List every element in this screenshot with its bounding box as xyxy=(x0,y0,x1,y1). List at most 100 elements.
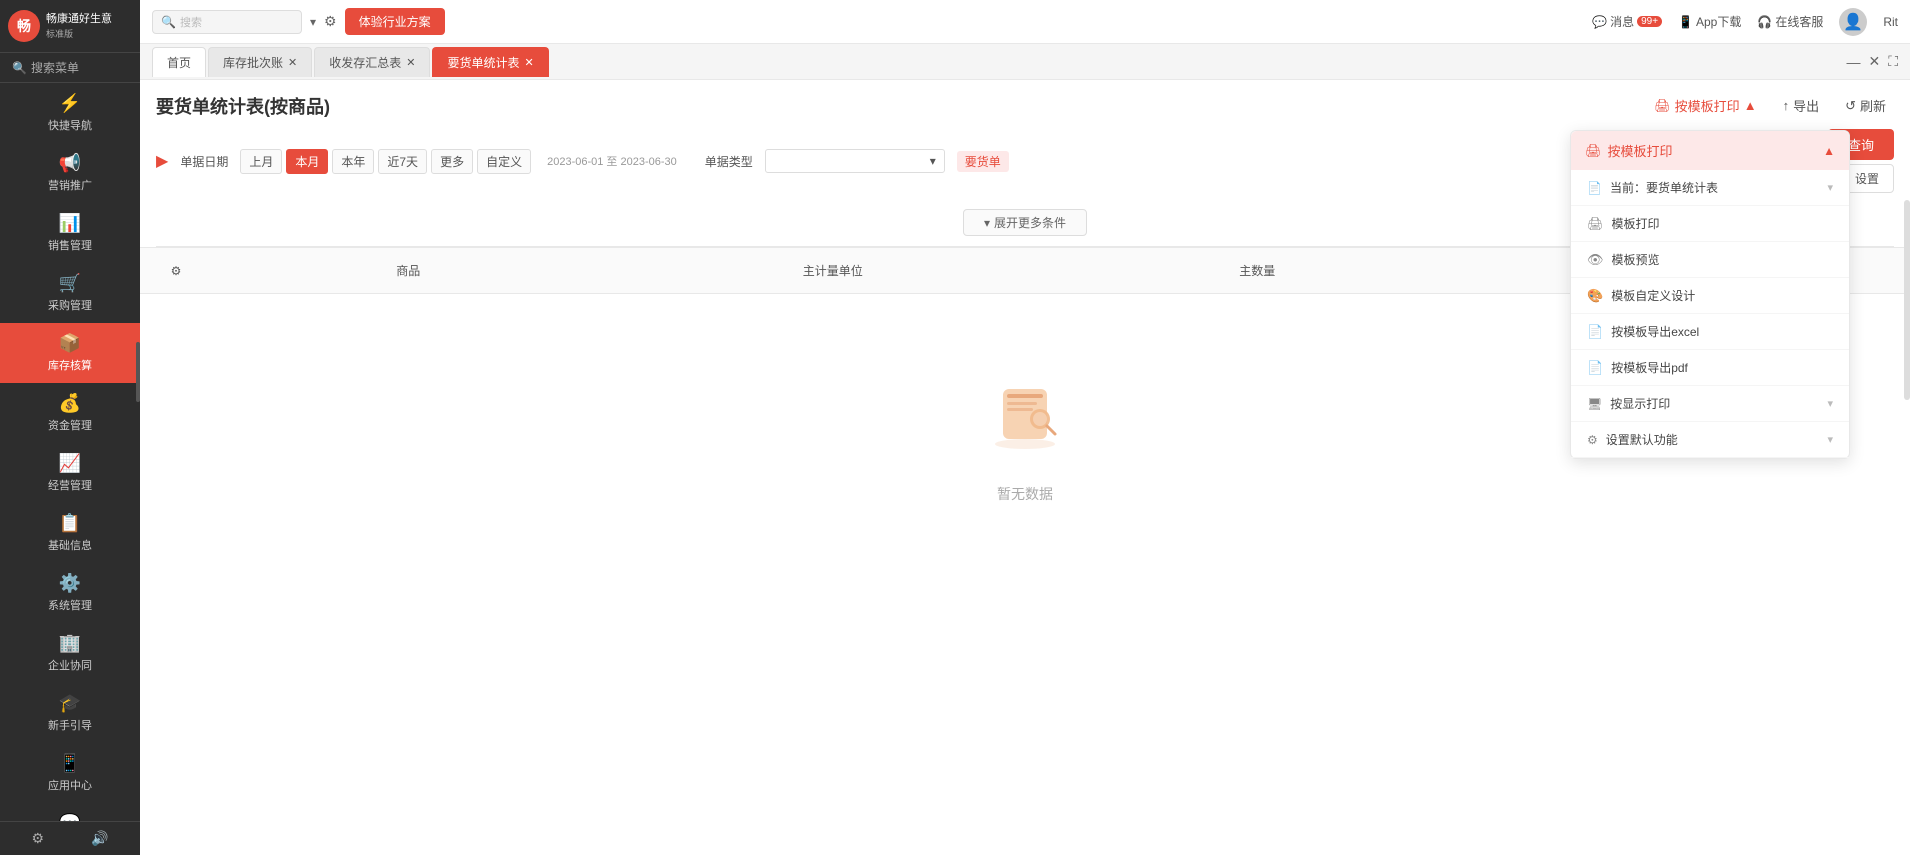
template-design-icon: 🎨 xyxy=(1587,288,1603,304)
template-print-icon: 🖨 xyxy=(1587,216,1604,232)
tab-inventory-batch-close[interactable]: ✕ xyxy=(288,56,297,69)
refresh-icon: ↺ xyxy=(1845,98,1856,114)
template-print-button[interactable]: 🖨 按模板打印 ▲ xyxy=(1646,92,1764,119)
sales-icon: 📊 xyxy=(59,213,81,234)
date-prev-month[interactable]: 上月 xyxy=(240,149,282,174)
app-icon: 📱 xyxy=(1678,15,1693,29)
user-name: Rit xyxy=(1883,15,1898,29)
tab-home[interactable]: 首页 xyxy=(152,47,206,77)
template-preview-icon: 👁 xyxy=(1587,252,1604,268)
expand-icon[interactable]: ⛶ xyxy=(1888,53,1898,70)
expand-collapse-btn[interactable]: ▶ xyxy=(156,151,168,171)
tab-inventory-batch[interactable]: 库存批次账 ✕ xyxy=(208,47,312,77)
tab-order-stat-label: 要货单统计表 xyxy=(447,54,519,71)
sidebar-item-sales[interactable]: 📊 销售管理 xyxy=(0,203,140,263)
date-custom[interactable]: 自定义 xyxy=(477,149,531,174)
date-last-7[interactable]: 近7天 xyxy=(378,149,427,174)
topbar-trial-button[interactable]: 体验行业方案 xyxy=(345,8,445,35)
expand-more-button[interactable]: ▾ 展开更多条件 xyxy=(963,209,1087,236)
date-buttons: 上月 本月 本年 近7天 更多 自定义 xyxy=(240,149,531,174)
dropdown-close-chevron-icon[interactable]: ▲ xyxy=(1823,144,1835,158)
page-title-row: 要货单统计表(按商品) 🖨 按模板打印 ▲ ↑ 导出 ↺ 刷新 xyxy=(156,92,1894,119)
date-filter-label: 单据日期 xyxy=(180,153,228,170)
logo-text: 畅康通好生意 标准版 xyxy=(46,12,112,39)
sidebar-item-appstore[interactable]: 📱 应用中心 xyxy=(0,743,140,803)
sidebar-item-system[interactable]: ⚙️ 系统管理 xyxy=(0,563,140,623)
date-range-text: 2023-06-01 至 2023-06-30 xyxy=(547,153,677,169)
empty-text: 暂无数据 xyxy=(997,484,1053,504)
sidebar-nav: ⚡ 快捷导航 📢 营销推广 📊 销售管理 🛒 采购管理 📦 库存核算 💰 资金管… xyxy=(0,83,140,821)
close-window-icon[interactable]: ✕ xyxy=(1868,53,1880,70)
newbie-icon: 🎓 xyxy=(59,693,81,714)
page-title: 要货单统计表(按商品) xyxy=(156,93,330,119)
dropdown-template-excel[interactable]: 📄 按模板导出excel xyxy=(1571,314,1849,350)
date-this-year[interactable]: 本年 xyxy=(332,149,374,174)
topbar-gear-button[interactable]: ⚙ xyxy=(324,13,337,30)
sidebar-item-shortcut[interactable]: ⚡ 快捷导航 xyxy=(0,83,140,143)
sidebar-item-inventory[interactable]: 📦 库存核算 xyxy=(0,323,140,383)
corp-icon: 🏢 xyxy=(59,633,81,654)
operation-icon: 📈 xyxy=(59,453,81,474)
topbar: 🔍 搜索 ▾ ⚙ 体验行业方案 💬 消息 99+ 📱 App下载 🎧 在线客服 xyxy=(140,0,1910,44)
sidebar-item-finance[interactable]: 💰 资金管理 xyxy=(0,383,140,443)
order-tag-label: 要货单 xyxy=(957,151,1009,172)
dropdown-template-preview[interactable]: 👁 模板预览 xyxy=(1571,242,1849,278)
message-button[interactable]: 💬 消息 99+ xyxy=(1592,13,1662,30)
sidebar-item-operation[interactable]: 📈 经营管理 xyxy=(0,443,140,503)
avatar[interactable]: 👤 xyxy=(1839,8,1867,36)
dropdown-template-print[interactable]: 🖨 模板打印 xyxy=(1571,206,1849,242)
message-icon: 💬 xyxy=(1592,15,1607,29)
current-expand-icon: ▾ xyxy=(1827,181,1833,194)
sidebar-item-corp[interactable]: 🏢 企业协同 xyxy=(0,623,140,683)
dropdown-template-design[interactable]: 🎨 模板自定义设计 xyxy=(1571,278,1849,314)
printer-icon: 🖨 xyxy=(1654,98,1671,114)
set-default-expand-icon: ▾ xyxy=(1827,433,1833,446)
sidebar-item-wechat[interactable]: 💬 企业微信 xyxy=(0,803,140,821)
topbar-actions: 💬 消息 99+ 📱 App下载 🎧 在线客服 👤 Rit xyxy=(1592,8,1898,36)
sound-bottom-button[interactable]: 🔊 xyxy=(91,830,108,847)
system-icon: ⚙️ xyxy=(59,573,81,594)
tab-order-stat-close[interactable]: ✕ xyxy=(525,56,534,69)
minimize-icon[interactable]: — xyxy=(1846,54,1860,70)
template-print-chevron-icon: ▲ xyxy=(1744,98,1757,113)
sidebar-item-purchase[interactable]: 🛒 采购管理 xyxy=(0,263,140,323)
logo-icon: 畅 xyxy=(8,10,40,42)
settings-bottom-button[interactable]: ⚙ xyxy=(32,830,45,847)
sidebar-item-newbie[interactable]: 🎓 新手引导 xyxy=(0,683,140,743)
right-scrollbar[interactable] xyxy=(1904,200,1910,400)
order-type-select[interactable]: ▾ xyxy=(765,149,945,173)
online-service-button[interactable]: 🎧 在线客服 xyxy=(1757,13,1823,30)
sidebar-item-marketing[interactable]: 📢 营销推广 xyxy=(0,143,140,203)
col-unit: 主计量单位 xyxy=(621,256,1046,285)
dropdown-chevron-icon: ▾ xyxy=(310,15,316,29)
export-icon: ↑ xyxy=(1783,98,1790,113)
dropdown-template-pdf[interactable]: 📄 按模板导出pdf xyxy=(1571,350,1849,386)
app-download-button[interactable]: 📱 App下载 xyxy=(1678,13,1741,30)
refresh-button[interactable]: ↺ 刷新 xyxy=(1837,92,1894,119)
tab-order-stat[interactable]: 要货单统计表 ✕ xyxy=(432,47,548,77)
template-pdf-icon: 📄 xyxy=(1587,360,1603,376)
col-product: 商品 xyxy=(196,256,621,285)
topbar-dropdown[interactable]: ▾ xyxy=(310,15,316,29)
sidebar-item-basic[interactable]: 📋 基础信息 xyxy=(0,503,140,563)
col-quantity: 主数量 xyxy=(1045,256,1470,285)
inventory-icon: 📦 xyxy=(59,333,81,354)
topbar-search[interactable]: 🔍 搜索 xyxy=(152,10,302,34)
export-button[interactable]: ↑ 导出 xyxy=(1775,92,1828,119)
date-more[interactable]: 更多 xyxy=(431,149,473,174)
date-this-month[interactable]: 本月 xyxy=(286,149,328,174)
wechat-icon: 💬 xyxy=(59,813,81,821)
dropdown-current-item[interactable]: 📄 当前：要货单统计表 ▾ xyxy=(1571,170,1849,206)
sidebar-search[interactable]: 🔍 搜索菜单 xyxy=(0,53,140,83)
set-default-icon: ⚙ xyxy=(1587,433,1598,447)
dropdown-printer-icon: 🖨 xyxy=(1585,143,1602,159)
dropdown-set-default[interactable]: ⚙ 设置默认功能 ▾ xyxy=(1571,422,1849,458)
empty-icon xyxy=(985,374,1065,468)
tab-receipt-summary-close[interactable]: ✕ xyxy=(406,56,415,69)
tab-home-label: 首页 xyxy=(167,54,191,71)
sidebar-bottom: ⚙ 🔊 xyxy=(0,821,140,855)
display-print-expand-icon: ▾ xyxy=(1827,397,1833,410)
dropdown-display-print[interactable]: 🖥 按显示打印 ▾ xyxy=(1571,386,1849,422)
col-settings[interactable]: ⚙ xyxy=(156,258,196,284)
tab-receipt-summary[interactable]: 收发存汇总表 ✕ xyxy=(314,47,430,77)
